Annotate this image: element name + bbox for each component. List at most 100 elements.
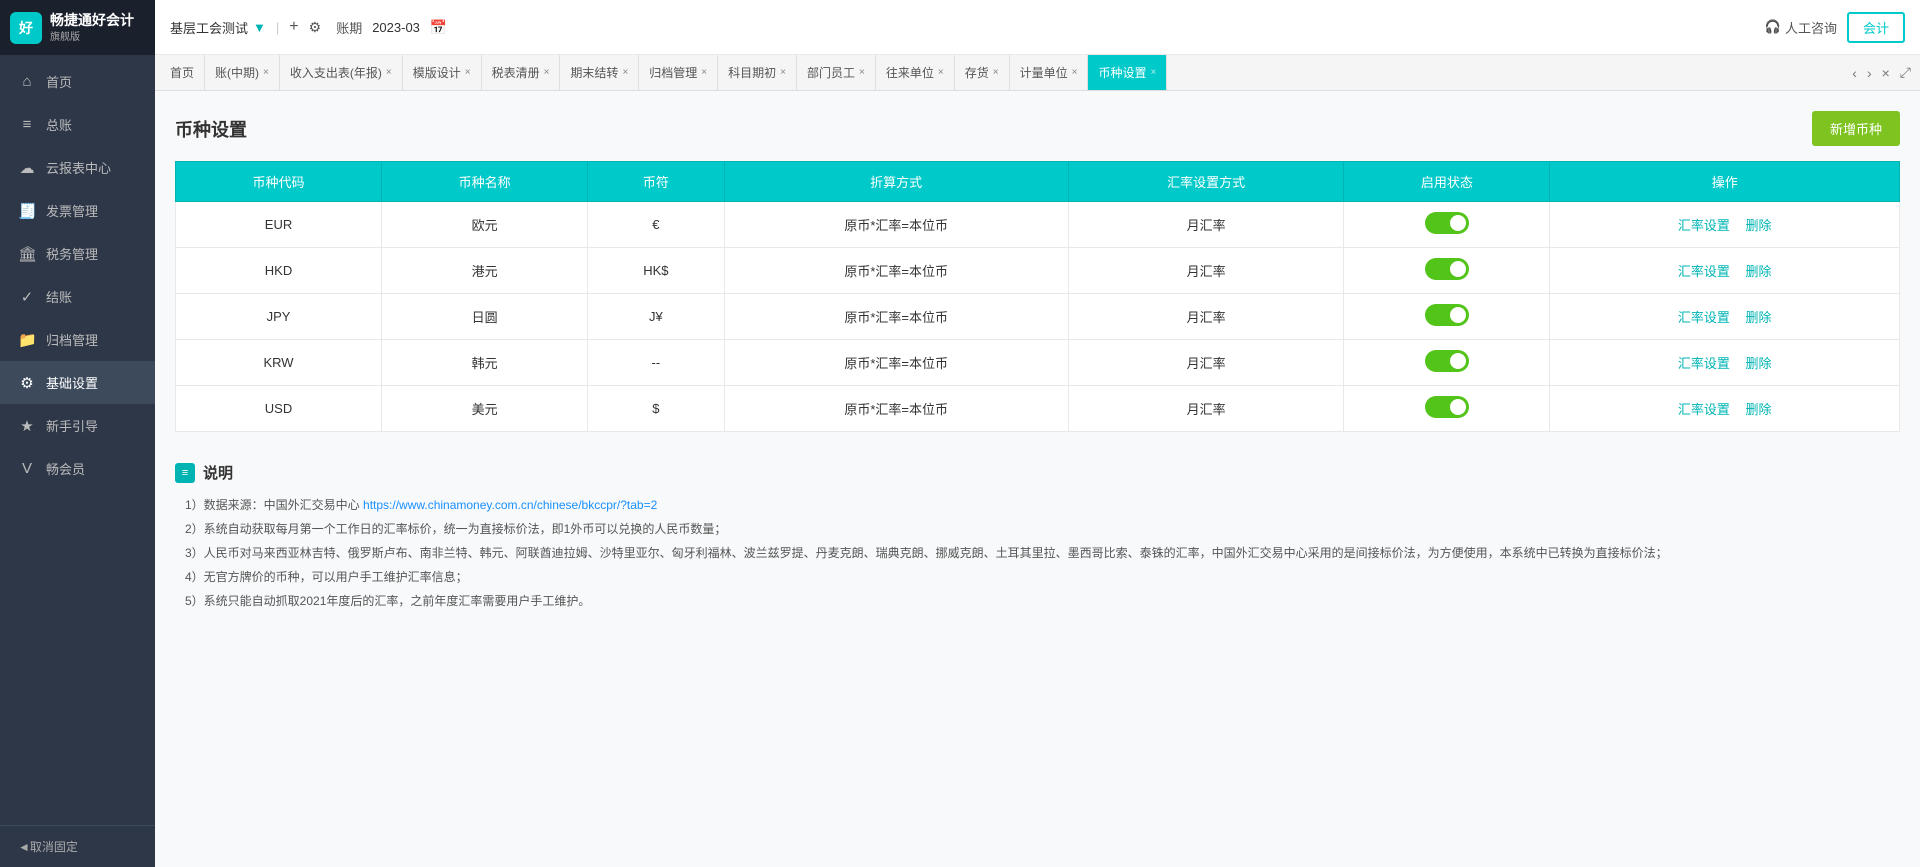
cell-name: 韩元 (382, 340, 588, 386)
sidebar-nav: ⌂ 首页 ≡ 总账 ☁ 云报表中心 🧾 发票管理 🏛 税务管理 ✓ 结账 📁 归… (0, 55, 155, 825)
tab-close-icon[interactable]: × (1150, 67, 1156, 78)
tab-partner[interactable]: 往来单位 × (876, 55, 955, 91)
delete-link[interactable]: 删除 (1746, 264, 1772, 279)
project-name[interactable]: 基层工会测试 ▼ (170, 18, 266, 37)
sidebar-item-reports[interactable]: ☁ 云报表中心 (0, 146, 155, 189)
sidebar-item-ledger[interactable]: ≡ 总账 (0, 103, 155, 146)
rate-setting-link[interactable]: 汇率设置 (1678, 402, 1730, 417)
tab-periodend[interactable]: 期末结转 × (560, 55, 639, 91)
ai-consult-button[interactable]: 🎧 人工咨询 (1765, 18, 1837, 37)
main-area: 基层工会测试 ▼ | + ⚙ 账期 2023-03 📅 🎧 人工咨询 会计 首页… (155, 0, 1920, 867)
tab-close-icon[interactable]: × (622, 67, 628, 78)
table-row: KRW 韩元 -- 原币*汇率=本位币 月汇率 汇率设置 删除 (176, 340, 1900, 386)
cell-calc-method: 原币*汇率=本位币 (724, 294, 1068, 340)
status-toggle[interactable] (1425, 304, 1469, 326)
account-button[interactable]: 会计 (1847, 12, 1905, 43)
tab-close-icon[interactable]: × (1072, 67, 1078, 78)
cell-code: KRW (176, 340, 382, 386)
table-row: USD 美元 $ 原币*汇率=本位币 月汇率 汇率设置 删除 (176, 386, 1900, 432)
app-edition: 旗舰版 (50, 28, 134, 43)
sidebar-item-tax[interactable]: 🏛 税务管理 (0, 232, 155, 275)
tab-close-icon[interactable]: × (938, 67, 944, 78)
delete-link[interactable]: 删除 (1746, 402, 1772, 417)
sidebar-item-archive[interactable]: 📁 归档管理 (0, 318, 155, 361)
status-toggle[interactable] (1425, 396, 1469, 418)
tax-icon: 🏛 (18, 245, 36, 263)
cell-actions: 汇率设置 删除 (1550, 202, 1900, 248)
notes-item: 5）系统只能自动抓取2021年度后的汇率，之前年度汇率需要用户手工维护。 (175, 589, 1900, 613)
tab-taxclear[interactable]: 税表清册 × (482, 55, 561, 91)
sidebar-item-label: 云报表中心 (46, 158, 111, 177)
add-project-button[interactable]: + (289, 18, 298, 36)
tab-home[interactable]: 首页 (160, 55, 205, 91)
tab-close-icon[interactable]: × (386, 67, 392, 78)
tab-template[interactable]: 模版设计 × (403, 55, 482, 91)
tab-archivemgr[interactable]: 归档管理 × (639, 55, 718, 91)
tab-fullscreen-icon[interactable]: ⤢ (1896, 64, 1915, 81)
tab-unit[interactable]: 计量单位 × (1010, 55, 1089, 91)
table-body: EUR 欧元 € 原币*汇率=本位币 月汇率 汇率设置 删除 HKD 港元 HK… (176, 202, 1900, 432)
rate-setting-link[interactable]: 汇率设置 (1678, 356, 1730, 371)
cell-symbol: J¥ (588, 294, 724, 340)
sidebar-item-invoice[interactable]: 🧾 发票管理 (0, 189, 155, 232)
delete-link[interactable]: 删除 (1746, 310, 1772, 325)
tab-label: 币种设置 (1098, 64, 1146, 81)
status-toggle[interactable] (1425, 212, 1469, 234)
sidebar-item-settings[interactable]: ⚙ 基础设置 (0, 361, 155, 404)
topbar: 基层工会测试 ▼ | + ⚙ 账期 2023-03 📅 🎧 人工咨询 会计 (155, 0, 1920, 55)
tab-close-icon[interactable]: × (544, 67, 550, 78)
tab-inventory[interactable]: 存货 × (955, 55, 1010, 91)
tab-close-icon[interactable]: × (859, 67, 865, 78)
table-header: 币种代码 币种名称 币符 折算方式 汇率设置方式 启用状态 操作 (176, 162, 1900, 202)
calendar-icon[interactable]: 📅 (430, 19, 447, 36)
tab-label: 税表清册 (492, 64, 540, 81)
sidebar-item-label: 税务管理 (46, 244, 98, 263)
rate-setting-link[interactable]: 汇率设置 (1678, 264, 1730, 279)
new-currency-button[interactable]: 新增币种 (1812, 111, 1900, 146)
archive-icon: 📁 (18, 331, 36, 349)
status-toggle[interactable] (1425, 350, 1469, 372)
col-rate-method: 汇率设置方式 (1068, 162, 1344, 202)
cell-name: 美元 (382, 386, 588, 432)
tab-currency[interactable]: 币种设置 × (1088, 55, 1167, 91)
reports-icon: ☁ (18, 159, 36, 177)
delete-link[interactable]: 删除 (1746, 356, 1772, 371)
settings-button[interactable]: ⚙ (309, 19, 322, 36)
notes-item: 4）无官方牌价的币种，可以用户手工维护汇率信息； (175, 565, 1900, 589)
unpin-button[interactable]: ◄取消固定 (0, 825, 155, 867)
tab-close-icon[interactable]: × (701, 67, 707, 78)
tab-label: 计量单位 (1020, 64, 1068, 81)
tab-period[interactable]: 账(中期) × (205, 55, 280, 91)
sidebar-item-member[interactable]: V 畅会员 (0, 447, 155, 490)
tab-income[interactable]: 收入支出表(年报) × (280, 55, 403, 91)
tab-label: 科目期初 (728, 64, 776, 81)
tab-close-icon[interactable]: × (263, 67, 269, 78)
delete-link[interactable]: 删除 (1746, 218, 1772, 233)
sidebar-item-guide[interactable]: ★ 新手引导 (0, 404, 155, 447)
tab-next-icon[interactable]: › (1863, 65, 1876, 81)
tabbar: 首页 账(中期) × 收入支出表(年报) × 模版设计 × 税表清册 × 期末结… (155, 55, 1920, 91)
cell-calc-method: 原币*汇率=本位币 (724, 248, 1068, 294)
tab-subjects[interactable]: 科目期初 × (718, 55, 797, 91)
tab-label: 归档管理 (649, 64, 697, 81)
cell-code: HKD (176, 248, 382, 294)
rate-setting-link[interactable]: 汇率设置 (1678, 218, 1730, 233)
cell-rate-method: 月汇率 (1068, 294, 1344, 340)
tab-close-all-icon[interactable]: × (1878, 65, 1894, 81)
tab-close-icon[interactable]: × (993, 67, 999, 78)
tab-dept[interactable]: 部门员工 × (797, 55, 876, 91)
dropdown-icon[interactable]: ▼ (253, 20, 266, 35)
notes-item: 2）系统自动获取每月第一个工作日的汇率标价，统一为直接标价法，即1外币可以兑换的… (175, 517, 1900, 541)
tab-close-icon[interactable]: × (780, 67, 786, 78)
member-icon: V (18, 460, 36, 477)
rate-setting-link[interactable]: 汇率设置 (1678, 310, 1730, 325)
tab-close-icon[interactable]: × (465, 67, 471, 78)
sidebar-item-home[interactable]: ⌂ 首页 (0, 60, 155, 103)
topbar-right: 🎧 人工咨询 会计 (1765, 12, 1905, 43)
tab-prev-icon[interactable]: ‹ (1848, 65, 1861, 81)
sidebar-item-close[interactable]: ✓ 结账 (0, 275, 155, 318)
notes-link[interactable]: https://www.chinamoney.com.cn/chinese/bk… (363, 498, 657, 512)
cell-actions: 汇率设置 删除 (1550, 340, 1900, 386)
status-toggle[interactable] (1425, 258, 1469, 280)
logo-icon: 好 (10, 12, 42, 44)
